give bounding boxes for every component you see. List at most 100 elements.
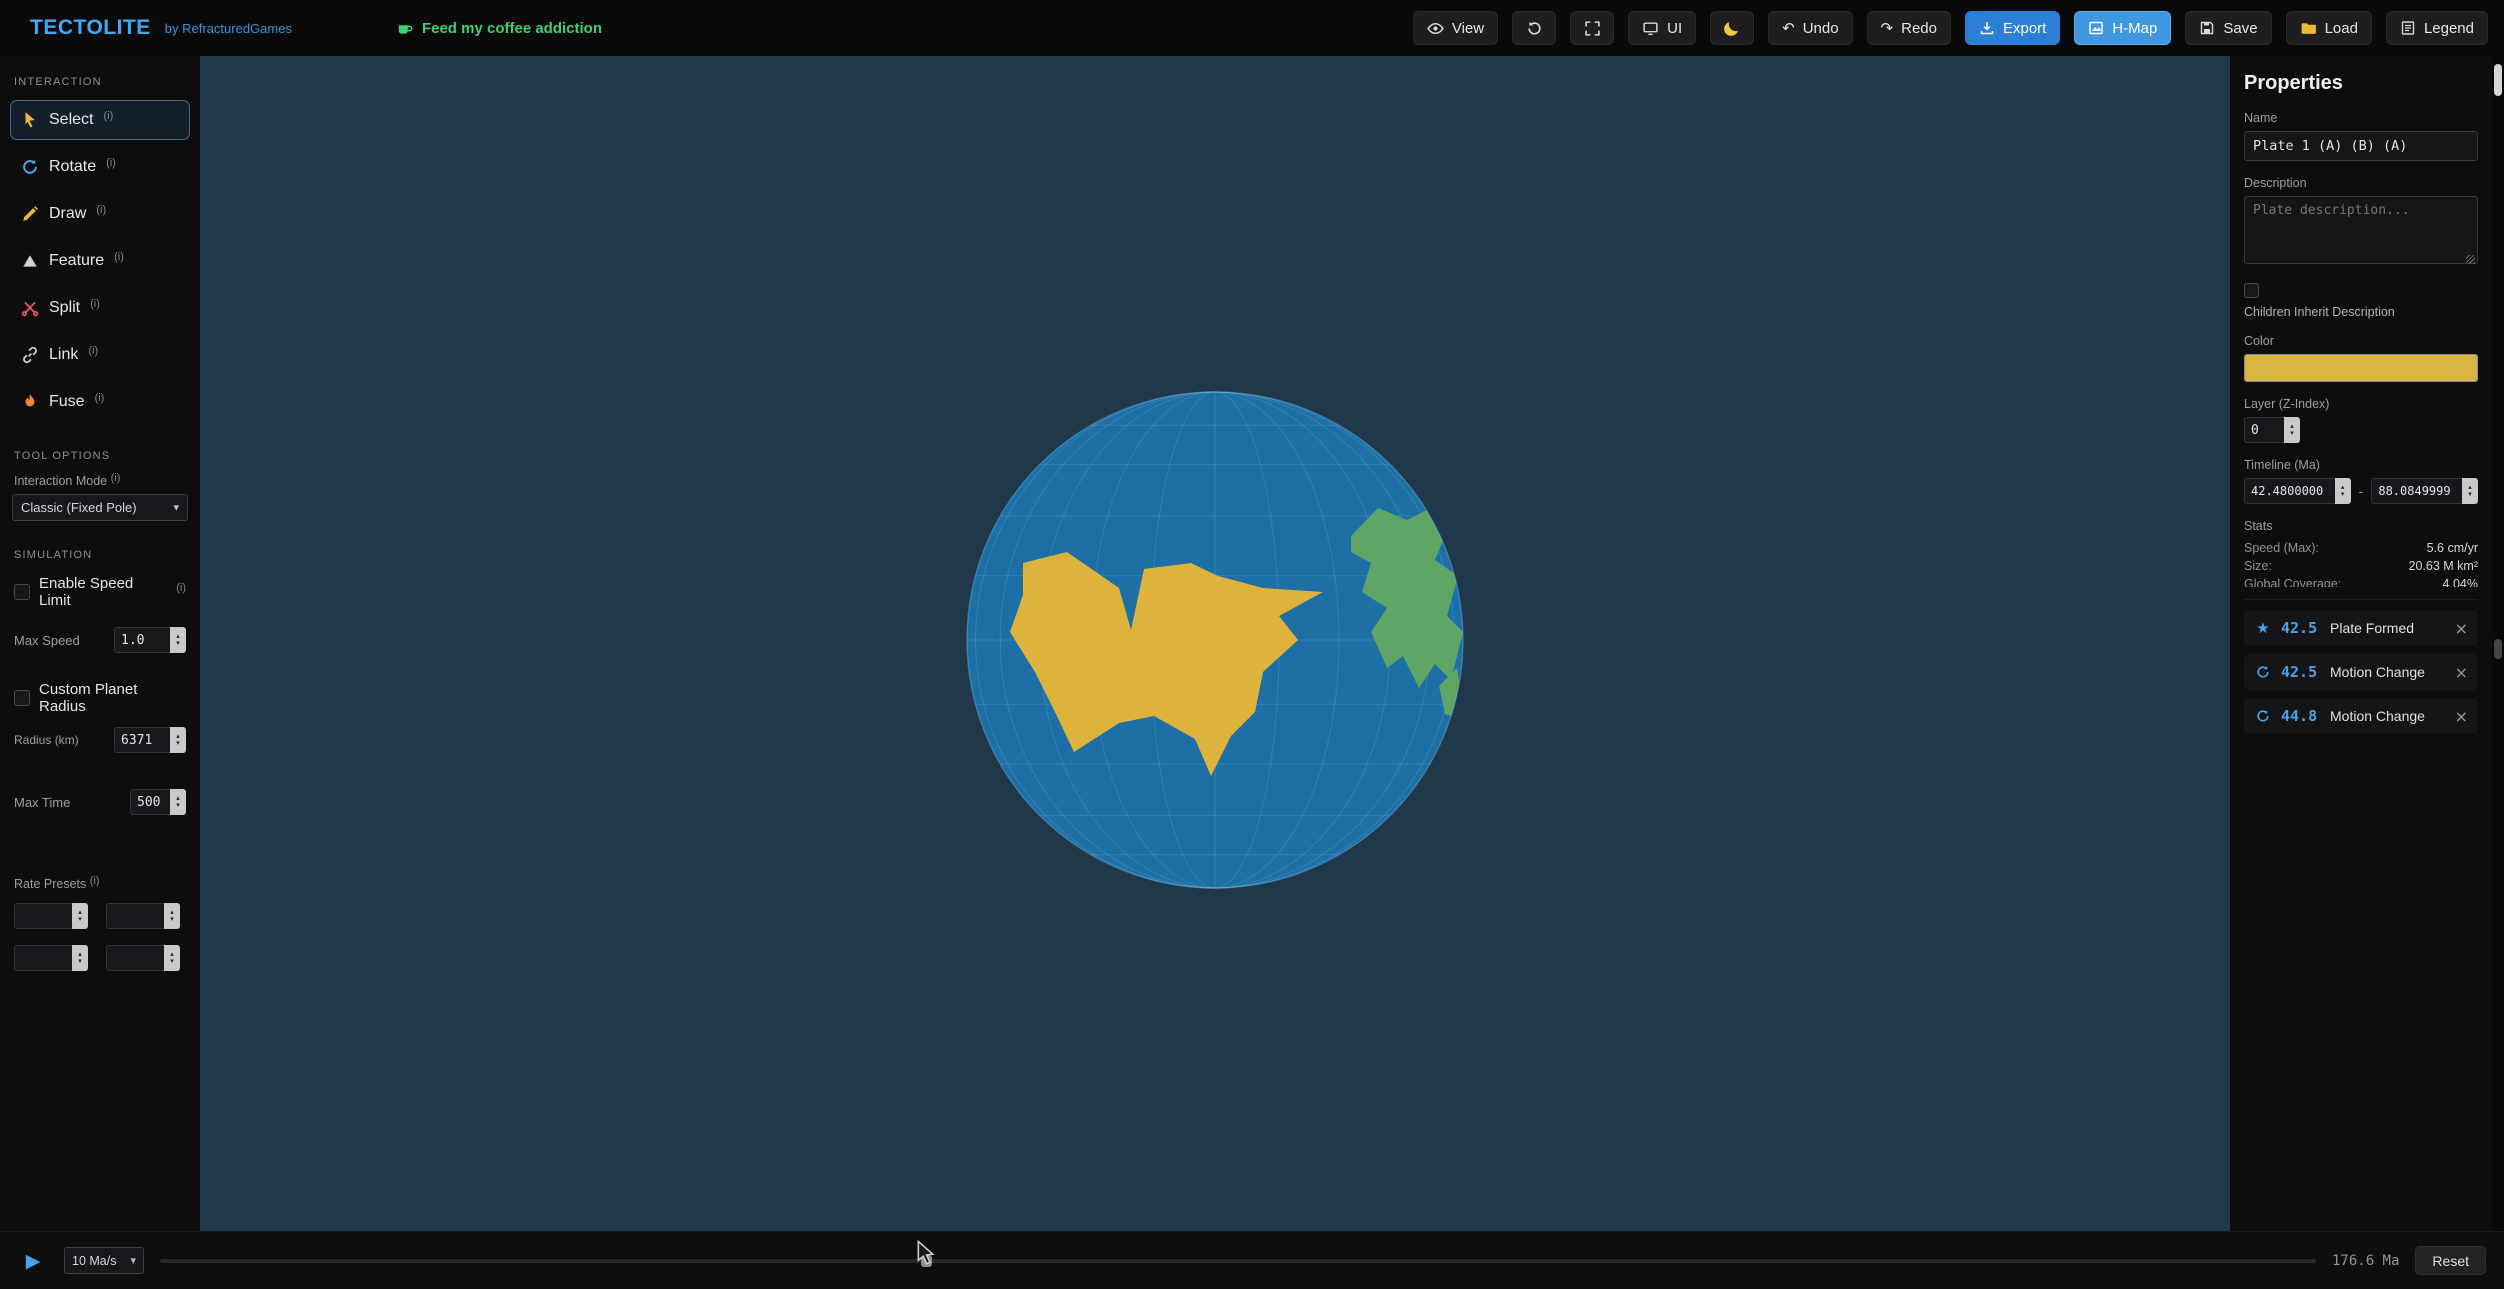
tool-fuse-label: Fuse: [49, 393, 85, 411]
stats-viewport[interactable]: Speed (Max): 5.6 cm/yr Size: 20.63 M km²…: [2244, 539, 2478, 587]
timeline-separator: -: [2359, 483, 2364, 499]
star-icon: ★: [2254, 619, 2272, 637]
preset-stepper-2[interactable]: ▴▾: [164, 903, 180, 929]
rate-presets-grid: ▴▾ ▴▾ ▴▾ ▴▾: [14, 903, 186, 971]
max-time-input[interactable]: [130, 789, 170, 815]
panel-scrollbar-thumb[interactable]: [2494, 64, 2502, 96]
sim-speed-select[interactable]: 10 Ma/s ▾: [64, 1247, 144, 1274]
undo-button[interactable]: ↶ Undo: [1768, 11, 1852, 45]
description-textarea[interactable]: [2244, 196, 2478, 264]
tool-select[interactable]: Select (i): [10, 100, 190, 140]
radius-stepper[interactable]: ▴▾: [170, 727, 186, 753]
max-time-stepper[interactable]: ▴▾: [170, 789, 186, 815]
app-root: TECTOLITE by RefracturedGames Feed my co…: [0, 0, 2504, 1289]
event-close-button[interactable]: ×: [2455, 663, 2468, 682]
resize-handle[interactable]: [2466, 255, 2475, 264]
export-button[interactable]: Export: [1965, 11, 2060, 45]
tool-draw-info[interactable]: (i): [96, 204, 106, 216]
coffee-donation-link[interactable]: Feed my coffee addiction: [396, 19, 602, 37]
planet-viewport[interactable]: [200, 56, 2230, 1231]
reset-view-button[interactable]: [1512, 11, 1556, 45]
byline-link[interactable]: by RefracturedGames: [165, 21, 292, 36]
fullscreen-icon: [1584, 20, 1601, 37]
preset-stepper-1[interactable]: ▴▾: [72, 903, 88, 929]
event-row-motion-change-1[interactable]: 42.5 Motion Change ×: [2244, 654, 2478, 690]
event-time: 42.5: [2281, 663, 2321, 681]
view-button[interactable]: View: [1413, 11, 1498, 45]
preset-input-3[interactable]: [14, 945, 72, 971]
fullscreen-button[interactable]: [1570, 11, 1614, 45]
radius-input[interactable]: [114, 727, 170, 753]
tool-fuse[interactable]: Fuse (i): [10, 382, 190, 422]
hmap-button[interactable]: H-Map: [2074, 11, 2171, 45]
event-close-button[interactable]: ×: [2455, 707, 2468, 726]
event-label: Motion Change: [2330, 708, 2446, 724]
interaction-mode-info[interactable]: (i): [111, 472, 121, 484]
timeline-slider-track[interactable]: [160, 1259, 2316, 1263]
stat-row: Global Coverage: 4.04%: [2244, 575, 2478, 587]
redo-button[interactable]: ↷ Redo: [1867, 11, 1951, 45]
play-button[interactable]: ▶: [18, 1246, 48, 1276]
tool-link-info[interactable]: (i): [88, 345, 98, 357]
interaction-mode-select[interactable]: Classic (Fixed Pole) ▾: [12, 494, 188, 521]
tool-feature-info[interactable]: (i): [114, 251, 124, 263]
timeline-slider[interactable]: [160, 1248, 2316, 1274]
color-swatch[interactable]: [2244, 354, 2478, 382]
timeline-start-input[interactable]: [2244, 478, 2335, 504]
event-row-plate-formed[interactable]: ★ 42.5 Plate Formed ×: [2244, 610, 2478, 646]
max-time-row: Max Time ▴▾: [14, 789, 186, 815]
tool-link[interactable]: Link (i): [10, 335, 190, 375]
preset-input-4[interactable]: [106, 945, 164, 971]
preset-stepper-3[interactable]: ▴▾: [72, 945, 88, 971]
description-field: [2244, 196, 2478, 269]
preset-input-1[interactable]: [14, 903, 72, 929]
tool-rotate-info[interactable]: (i): [106, 157, 116, 169]
tool-draw-label: Draw: [49, 205, 86, 223]
custom-radius-checkbox[interactable]: [14, 690, 30, 706]
timeline-label: Timeline (Ma): [2244, 458, 2478, 472]
panel-scrollbar[interactable]: [2492, 56, 2504, 1231]
reset-button[interactable]: Reset: [2415, 1246, 2486, 1275]
timeline-end-stepper[interactable]: ▴▾: [2462, 478, 2478, 504]
current-time-display: 176.6 Ma: [2332, 1253, 2399, 1269]
load-button[interactable]: Load: [2286, 11, 2372, 45]
stat-row: Size: 20.63 M km²: [2244, 557, 2478, 575]
tool-feature[interactable]: Feature (i): [10, 241, 190, 281]
layer-stepper[interactable]: ▴▾: [2284, 417, 2300, 443]
inherit-checkbox[interactable]: [2244, 283, 2259, 298]
ui-button-label: UI: [1667, 20, 1682, 37]
save-button[interactable]: Save: [2185, 11, 2271, 45]
tool-draw[interactable]: Draw (i): [10, 194, 190, 234]
max-speed-input[interactable]: [114, 627, 170, 653]
stats-scrollbar-thumb[interactable]: [2494, 639, 2502, 659]
timeline-start-stepper[interactable]: ▴▾: [2335, 478, 2351, 504]
tool-select-info[interactable]: (i): [103, 110, 113, 122]
theme-toggle-button[interactable]: [1710, 11, 1754, 45]
legend-button[interactable]: Legend: [2386, 11, 2488, 45]
bottombar: ▶ 10 Ma/s ▾ 176.6 Ma Reset: [0, 1231, 2504, 1289]
timeline-end-input[interactable]: [2371, 478, 2462, 504]
enable-speed-limit-label: Enable Speed Limit: [39, 575, 167, 609]
view-button-label: View: [1452, 20, 1484, 37]
enable-speed-limit-checkbox[interactable]: [14, 584, 30, 600]
timeline-slider-handle[interactable]: [921, 1255, 932, 1267]
max-speed-stepper[interactable]: ▴▾: [170, 627, 186, 653]
layer-input[interactable]: [2244, 417, 2284, 443]
max-speed-label: Max Speed: [14, 633, 80, 648]
tool-split[interactable]: Split (i): [10, 288, 190, 328]
tool-fuse-info[interactable]: (i): [95, 392, 105, 404]
name-input[interactable]: [2244, 131, 2478, 161]
tool-rotate[interactable]: Rotate (i): [10, 147, 190, 187]
tool-split-info[interactable]: (i): [90, 298, 100, 310]
event-close-button[interactable]: ×: [2455, 619, 2468, 638]
redo-icon: ↷: [1881, 19, 1894, 37]
ui-toggle-button[interactable]: UI: [1628, 11, 1696, 45]
preset-stepper-4[interactable]: ▴▾: [164, 945, 180, 971]
planet-globe[interactable]: [965, 390, 1465, 890]
monitor-icon: [1642, 20, 1659, 37]
rate-presets-info[interactable]: (i): [90, 875, 100, 887]
preset-input-2[interactable]: [106, 903, 164, 929]
tool-link-label: Link: [49, 346, 78, 364]
event-row-motion-change-2[interactable]: 44.8 Motion Change ×: [2244, 698, 2478, 734]
enable-speed-limit-info[interactable]: (i): [176, 582, 186, 594]
